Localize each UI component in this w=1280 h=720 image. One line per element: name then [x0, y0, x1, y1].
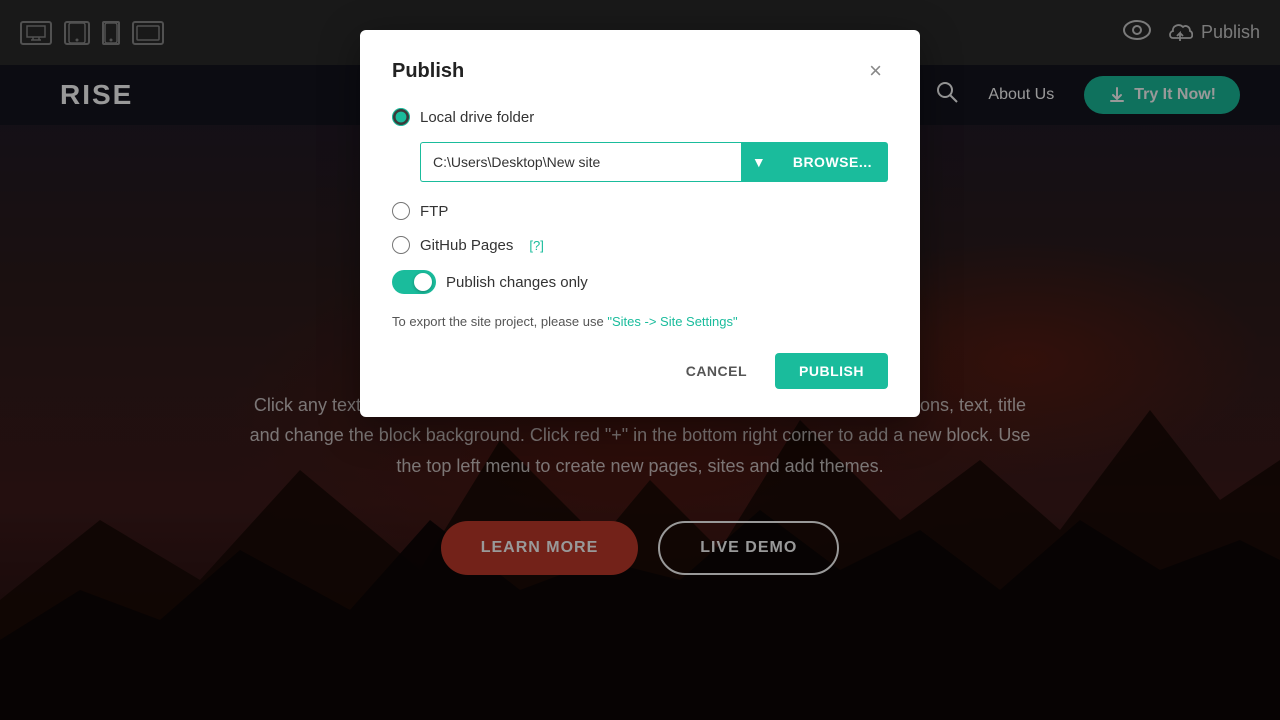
modal-title: Publish — [392, 60, 464, 83]
export-settings-link[interactable]: "Sites -> Site Settings" — [607, 314, 737, 329]
cancel-button[interactable]: CANCEL — [670, 355, 763, 387]
toggle-thumb — [414, 273, 432, 291]
local-drive-radio[interactable] — [392, 108, 410, 126]
modal-close-button[interactable]: × — [863, 58, 888, 84]
publish-changes-toggle-row: Publish changes only — [392, 270, 888, 294]
publish-confirm-button[interactable]: PUBLISH — [775, 353, 888, 389]
ftp-radio[interactable] — [392, 202, 410, 220]
export-note: To export the site project, please use "… — [392, 314, 888, 329]
github-radio[interactable] — [392, 236, 410, 254]
modal-footer: CANCEL PUBLISH — [392, 353, 888, 389]
browse-button[interactable]: BROWSE... — [777, 142, 888, 182]
local-drive-option-row: Local drive folder — [392, 108, 888, 126]
github-help-link[interactable]: [?] — [529, 238, 543, 253]
path-input[interactable] — [420, 142, 741, 182]
modal-header: Publish × — [392, 58, 888, 84]
path-input-row: ▼ BROWSE... — [420, 142, 888, 182]
ftp-label[interactable]: FTP — [420, 203, 448, 220]
local-drive-label[interactable]: Local drive folder — [420, 109, 534, 126]
ftp-option-row: FTP — [392, 202, 888, 220]
publish-modal: Publish × Local drive folder ▼ BROWSE...… — [360, 30, 920, 417]
publish-changes-toggle[interactable] — [392, 270, 436, 294]
github-label[interactable]: GitHub Pages — [420, 237, 513, 254]
path-dropdown-button[interactable]: ▼ — [741, 142, 777, 182]
github-option-row: GitHub Pages [?] — [392, 236, 888, 254]
publish-changes-label: Publish changes only — [446, 274, 588, 291]
export-note-text: To export the site project, please use — [392, 314, 607, 329]
